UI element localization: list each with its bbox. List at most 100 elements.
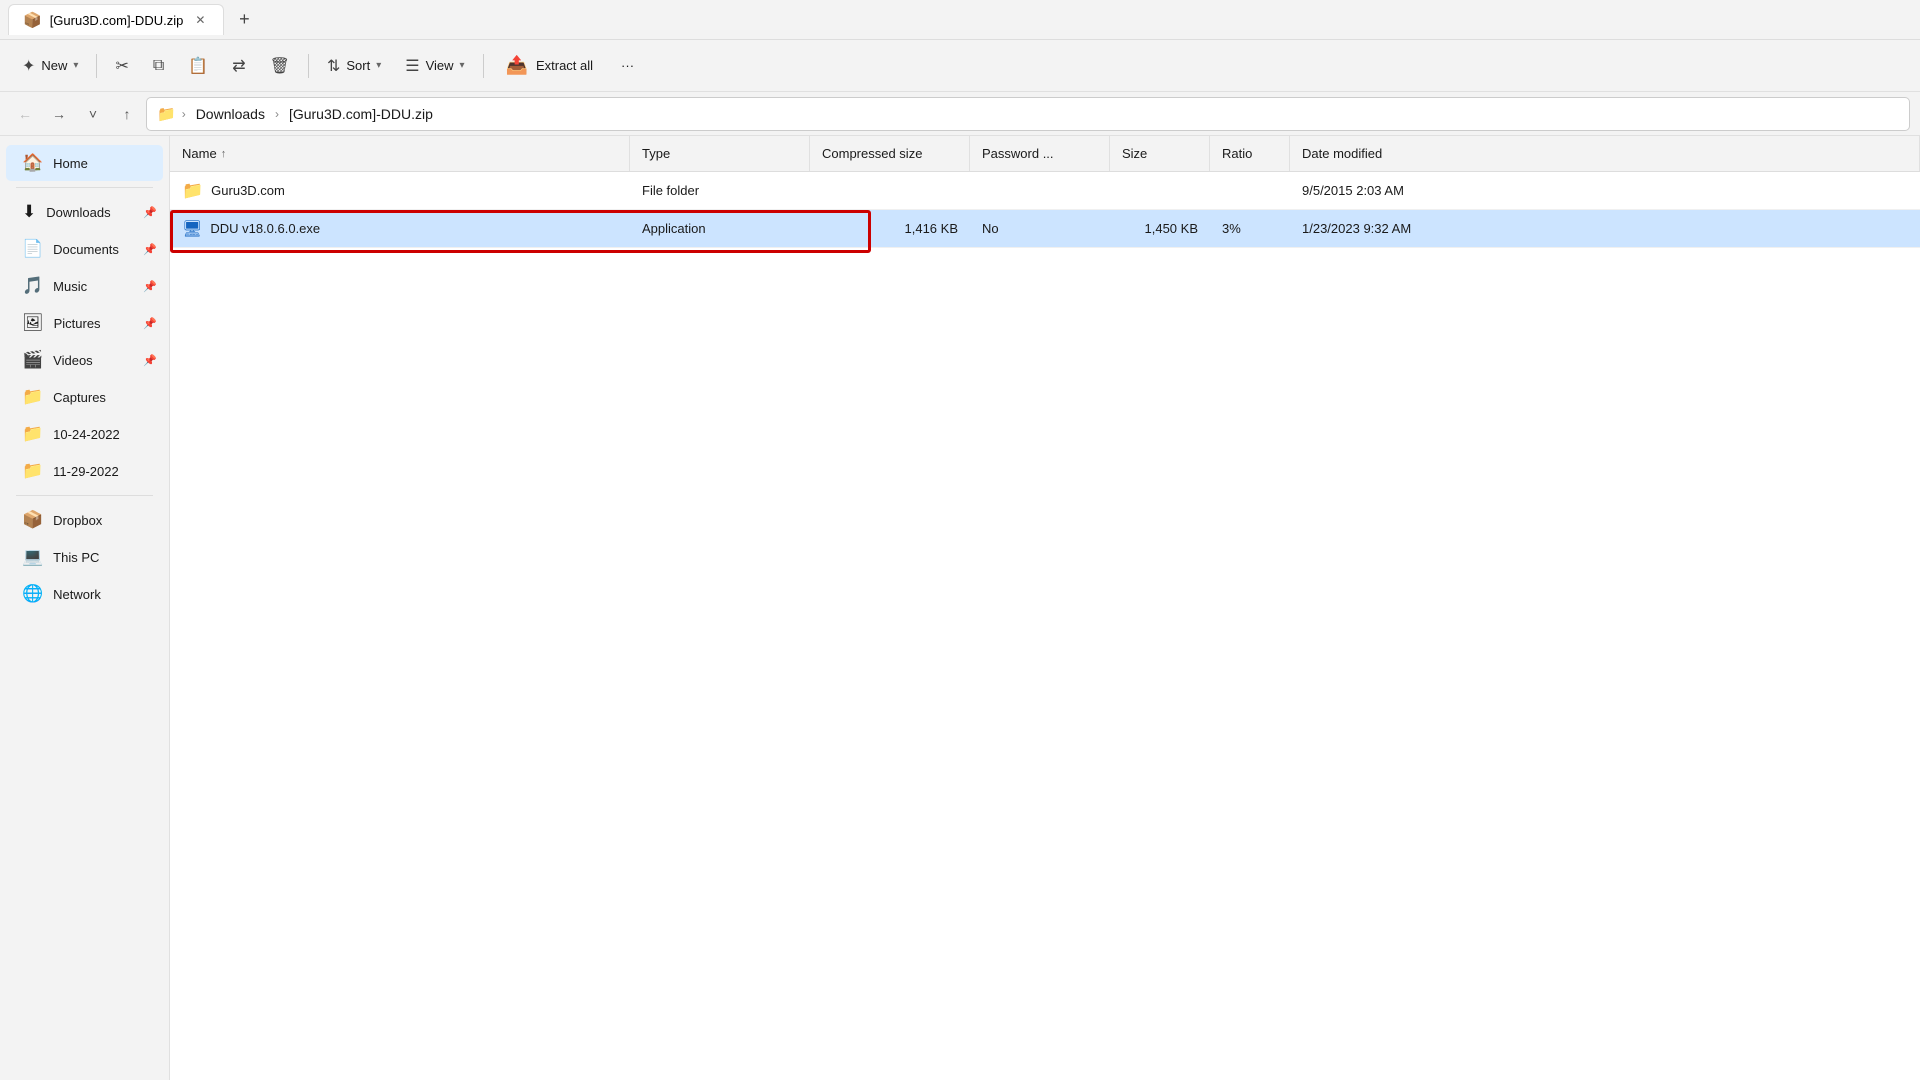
sidebar-item-this-pc-label: This PC [53,550,99,565]
table-row[interactable]: 📁 Guru3D.com File folder 9/5/2015 2:03 A… [170,172,1920,210]
sidebar-item-documents[interactable]: 📄 Documents 📌 [6,231,163,267]
copy-icon: ⧉ [153,57,164,75]
col-date-label: Date modified [1302,146,1382,161]
sidebar: 🏠 Home ⬇ Downloads 📌 📄 Documents 📌 🎵 Mus… [0,136,170,1080]
sidebar-item-10-24-2022-label: 10-24-2022 [53,427,120,442]
sidebar-item-videos[interactable]: 🎬 Videos 📌 [6,342,163,378]
file-date-cell: 9/5/2015 2:03 AM [1290,172,1920,209]
extract-all-button[interactable]: 📤 Extract all [492,48,608,84]
sidebar-item-captures[interactable]: 📁 Captures [6,379,163,415]
new-icon: ✦ [22,56,35,76]
col-header-ratio[interactable]: Ratio [1210,136,1290,171]
sort-button[interactable]: ⇅ Sort ▾ [317,48,391,84]
file-area: Name ↑ Type Compressed size Password ...… [170,136,1920,1080]
documents-icon: 📄 [22,239,43,259]
exe-ratio-cell: 3% [1210,210,1290,247]
col-header-compressed-size[interactable]: Compressed size [810,136,970,171]
sidebar-sep-2 [16,495,153,496]
videos-icon: 🎬 [22,350,43,370]
cut-button[interactable]: ✂ [105,48,138,84]
new-label: New [41,58,67,73]
col-size-label: Size [1122,146,1147,161]
paste-button[interactable]: 📋 [178,48,218,84]
more-label: ··· [621,58,634,73]
toolbar: ✦ New ▾ ✂ ⧉ 📋 ⇄ 🗑 ⇅ Sort ▾ ☰ View ▾ 📤 Ex… [0,40,1920,92]
view-dropdown-arrow: ▾ [460,60,465,71]
copy-button[interactable]: ⧉ [143,48,174,84]
col-compressed-size-label: Compressed size [822,146,922,161]
toolbar-sep-1 [96,54,97,78]
file-type: File folder [642,183,699,198]
breadcrumb-sep-0: › [182,107,186,121]
col-header-date[interactable]: Date modified [1290,136,1920,171]
documents-pin-icon: 📌 [143,243,157,256]
sidebar-item-music[interactable]: 🎵 Music 📌 [6,268,163,304]
new-button[interactable]: ✦ New ▾ [12,48,88,84]
sidebar-item-videos-label: Videos [53,353,93,368]
sidebar-item-home[interactable]: 🏠 Home [6,145,163,181]
sidebar-item-10-24-2022[interactable]: 📁 10-24-2022 [6,416,163,452]
music-icon: 🎵 [22,276,43,296]
exe-size: 1,450 KB [1145,221,1199,236]
forward-button[interactable]: → [44,99,74,129]
col-password-label: Password ... [982,146,1054,161]
move-button[interactable]: ⇄ [222,48,255,84]
sort-label: Sort [346,58,370,73]
col-name-label: Name [182,146,217,161]
up-button[interactable]: ↑ [112,99,142,129]
breadcrumb-folder-icon: 📁 [157,105,176,123]
col-ratio-label: Ratio [1222,146,1252,161]
file-ratio-cell [1210,172,1290,209]
exe-password: No [982,221,999,236]
more-button[interactable]: ··· [611,48,644,84]
exe-password-cell: No [970,210,1110,247]
sidebar-item-documents-label: Documents [53,242,119,257]
file-type-cell: File folder [630,172,810,209]
dropdown-button[interactable]: ˅ [78,99,108,129]
pictures-pin-icon: 📌 [143,317,157,330]
breadcrumb-downloads[interactable]: Downloads [192,104,269,124]
col-header-name[interactable]: Name ↑ [170,136,630,171]
exe-name: DDU v18.0.6.0.exe [210,221,320,236]
sidebar-sep-1 [16,187,153,188]
col-type-label: Type [642,146,670,161]
table-row[interactable]: 🖥 DDU v18.0.6.0.exe Application 1,416 KB… [170,210,1920,248]
sidebar-item-downloads-label: Downloads [46,205,110,220]
column-headers: Name ↑ Type Compressed size Password ...… [170,136,1920,172]
move-icon: ⇄ [232,56,245,76]
col-header-size[interactable]: Size [1110,136,1210,171]
col-header-password[interactable]: Password ... [970,136,1110,171]
exe-name-cell: 🖥 DDU v18.0.6.0.exe [170,210,630,247]
pictures-icon: 🖼 [22,313,44,333]
sidebar-item-home-label: Home [53,156,88,171]
videos-pin-icon: 📌 [143,354,157,367]
new-tab-button[interactable]: + [228,4,260,36]
active-tab[interactable]: 📦 [Guru3D.com]-DDU.zip ✕ [8,4,224,35]
col-name-sort-icon: ↑ [221,148,227,160]
breadcrumb-sep-1: › [275,107,279,121]
breadcrumb-zip[interactable]: [Guru3D.com]-DDU.zip [285,104,437,124]
file-name: Guru3D.com [211,183,285,198]
col-header-type[interactable]: Type [630,136,810,171]
sidebar-item-11-29-2022-label: 11-29-2022 [53,464,119,479]
sidebar-item-downloads[interactable]: ⬇ Downloads 📌 [6,194,163,230]
sidebar-item-dropbox[interactable]: 📦 Dropbox [6,502,163,538]
downloads-icon: ⬇ [22,202,36,222]
exe-compressed-size: 1,416 KB [905,221,959,236]
sidebar-item-11-29-2022[interactable]: 📁 11-29-2022 [6,453,163,489]
sidebar-item-pictures[interactable]: 🖼 Pictures 📌 [6,305,163,341]
this-pc-icon: 💻 [22,547,43,567]
sidebar-item-network-label: Network [53,587,101,602]
exe-compressed-size-cell: 1,416 KB [810,210,970,247]
sidebar-item-network[interactable]: 🌐 Network [6,576,163,612]
view-button[interactable]: ☰ View ▾ [395,48,474,84]
tab-close-button[interactable]: ✕ [191,11,209,29]
file-size-cell [1110,172,1210,209]
delete-button[interactable]: 🗑 [260,48,300,84]
back-button[interactable]: ← [10,99,40,129]
exe-ratio: 3% [1222,221,1241,236]
new-dropdown-arrow: ▾ [73,60,78,71]
paste-icon: 📋 [188,56,208,76]
sidebar-item-this-pc[interactable]: 💻 This PC [6,539,163,575]
exe-type-cell: Application [630,210,810,247]
